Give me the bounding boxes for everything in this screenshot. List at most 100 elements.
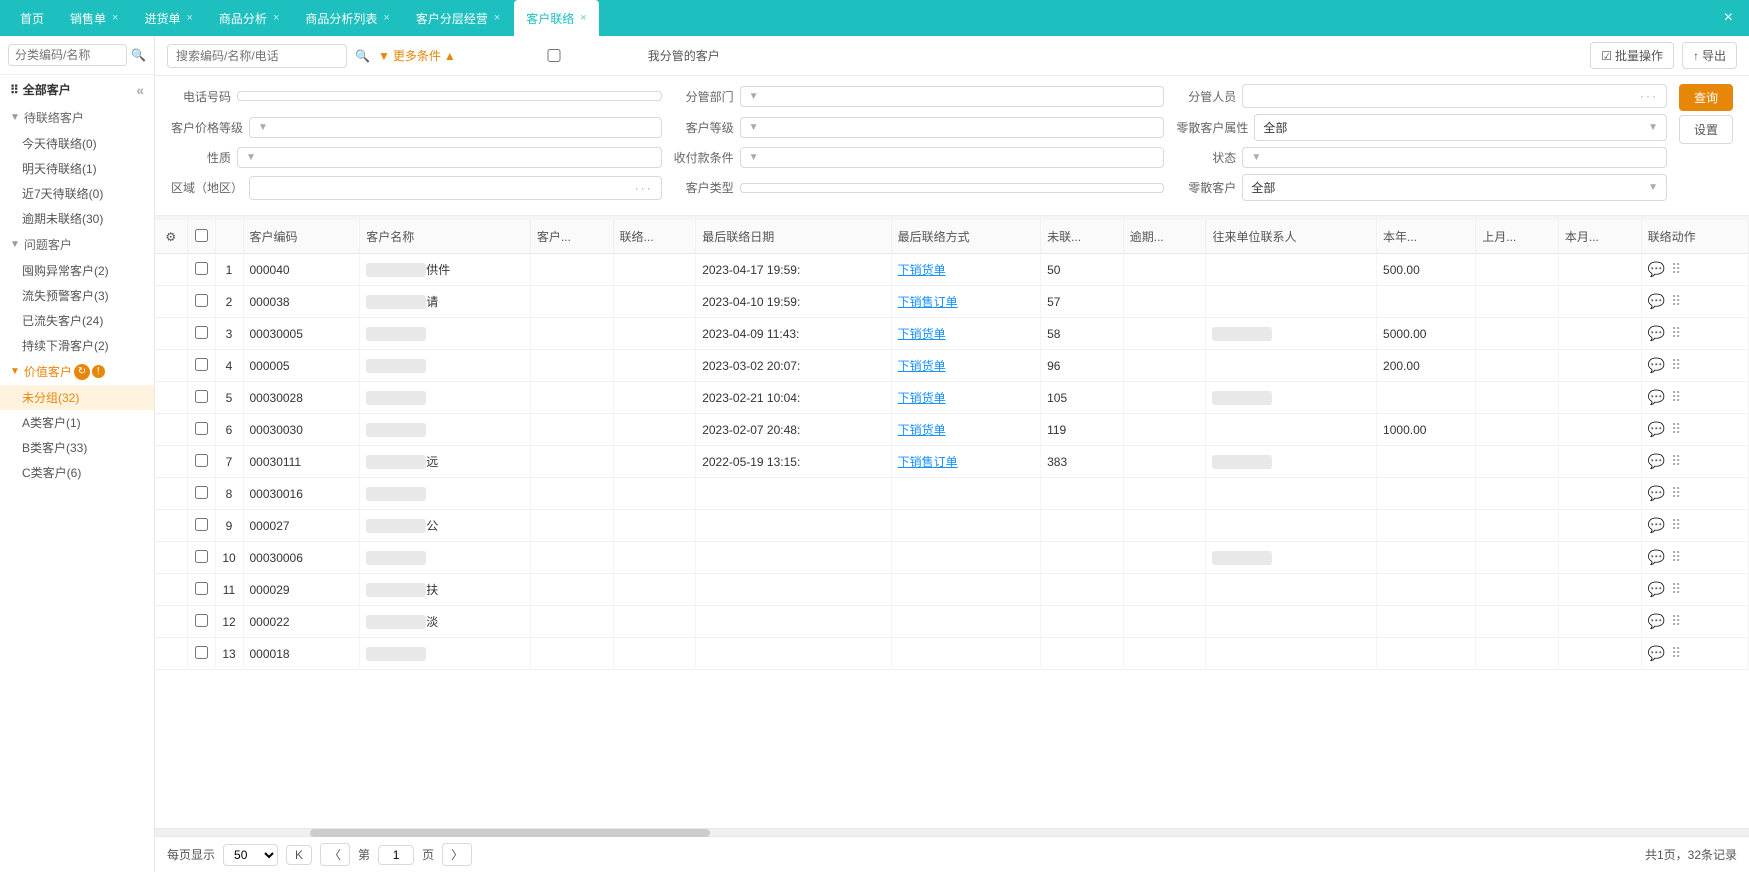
- grid-action-icon[interactable]: ⠿: [1671, 325, 1681, 342]
- row-settings[interactable]: [155, 446, 187, 478]
- more-conditions-button[interactable]: ▼ 更多条件 ▲: [378, 47, 456, 64]
- row-settings[interactable]: [155, 382, 187, 414]
- page-size-select[interactable]: 50 100: [223, 844, 278, 866]
- filter-search-icon[interactable]: 🔍: [355, 49, 370, 63]
- row-settings[interactable]: [155, 318, 187, 350]
- grid-action-icon[interactable]: ⠿: [1671, 645, 1681, 662]
- row-checkbox[interactable]: [195, 294, 208, 307]
- sidebar-search-icon[interactable]: 🔍: [131, 48, 146, 62]
- row-settings[interactable]: [155, 542, 187, 574]
- row-checkbox[interactable]: [195, 390, 208, 403]
- price-level-select[interactable]: ▼: [249, 117, 662, 138]
- select-all-checkbox[interactable]: [195, 229, 208, 242]
- message-icon[interactable]: 💬: [1648, 261, 1665, 278]
- row-checkbox[interactable]: [195, 486, 208, 499]
- scrollbar-thumb[interactable]: [310, 829, 710, 837]
- grid-action-icon[interactable]: ⠿: [1671, 581, 1681, 598]
- close-all-button[interactable]: ×: [1716, 9, 1741, 27]
- status-select[interactable]: ▼: [1242, 147, 1667, 168]
- horizontal-scrollbar[interactable]: [155, 828, 1749, 836]
- sidebar-search-input[interactable]: [8, 44, 127, 66]
- payment-select[interactable]: ▼: [740, 147, 1165, 168]
- export-button[interactable]: ↑ 导出: [1682, 42, 1737, 69]
- last-way-link[interactable]: 下销货单: [898, 423, 946, 437]
- nav-home[interactable]: 首页: [8, 0, 56, 36]
- message-icon[interactable]: 💬: [1648, 325, 1665, 342]
- grid-action-icon[interactable]: ⠿: [1671, 261, 1681, 278]
- message-icon[interactable]: 💬: [1648, 613, 1665, 630]
- last-way-link[interactable]: 下销售订单: [898, 295, 958, 309]
- grid-action-icon[interactable]: ⠿: [1671, 389, 1681, 406]
- message-icon[interactable]: 💬: [1648, 485, 1665, 502]
- search-input[interactable]: [167, 44, 347, 68]
- customer-type-input[interactable]: [740, 183, 1165, 193]
- close-sales-icon[interactable]: ×: [112, 12, 118, 24]
- row-checkbox[interactable]: [195, 326, 208, 339]
- sidebar-item-tomorrow[interactable]: 明天待联络(1): [0, 156, 154, 181]
- sidebar-item-today[interactable]: 今天待联络(0): [0, 131, 154, 156]
- row-settings[interactable]: [155, 350, 187, 382]
- grid-action-icon[interactable]: ⠿: [1671, 293, 1681, 310]
- sidebar-item-churn-warning[interactable]: 流失预警客户(3): [0, 283, 154, 308]
- message-icon[interactable]: 💬: [1648, 453, 1665, 470]
- grid-action-icon[interactable]: ⠿: [1671, 421, 1681, 438]
- sidebar-item-c-class[interactable]: C类客户(6): [0, 460, 154, 485]
- grid-action-icon[interactable]: ⠿: [1671, 453, 1681, 470]
- person-select[interactable]: ···: [1242, 84, 1667, 108]
- sidebar-item-overdue[interactable]: 逾期未联络(30): [0, 206, 154, 231]
- settings-column[interactable]: ⚙: [155, 220, 187, 254]
- nav-customer-contact[interactable]: 客户联络 ×: [514, 0, 598, 36]
- sidebar-collapse-icon[interactable]: «: [136, 82, 144, 98]
- sidebar-item-a-class[interactable]: A类客户(1): [0, 410, 154, 435]
- region-select[interactable]: ···: [249, 176, 662, 200]
- my-customers-checkbox[interactable]: 我分管的客户: [464, 47, 720, 64]
- retail-customer-select[interactable]: 全部 ▼: [1242, 174, 1667, 201]
- row-checkbox[interactable]: [195, 614, 208, 627]
- nav-customer-tier[interactable]: 客户分层经营 ×: [404, 0, 512, 36]
- row-checkbox[interactable]: [195, 262, 208, 275]
- last-way-link[interactable]: 下销货单: [898, 391, 946, 405]
- message-icon[interactable]: 💬: [1648, 517, 1665, 534]
- sidebar-group-problem[interactable]: ▼ 问题客户: [0, 231, 154, 258]
- sidebar-group-value[interactable]: ▼ 价值客户 ↻ !: [0, 358, 154, 385]
- reset-button[interactable]: 设置: [1679, 115, 1733, 144]
- message-icon[interactable]: 💬: [1648, 581, 1665, 598]
- last-way-link[interactable]: 下销货单: [898, 359, 946, 373]
- batch-ops-button[interactable]: ☑ 批量操作: [1590, 42, 1674, 69]
- sidebar-group-pending[interactable]: ▼ 待联络客户: [0, 104, 154, 131]
- sidebar-item-7days[interactable]: 近7天待联络(0): [0, 181, 154, 206]
- sidebar-item-churned[interactable]: 已流失客户(24): [0, 308, 154, 333]
- message-icon[interactable]: 💬: [1648, 293, 1665, 310]
- message-icon[interactable]: 💬: [1648, 645, 1665, 662]
- message-icon[interactable]: 💬: [1648, 389, 1665, 406]
- row-checkbox[interactable]: [195, 422, 208, 435]
- sidebar-item-abnormal[interactable]: 囤购异常客户(2): [0, 258, 154, 283]
- close-customer-tier-icon[interactable]: ×: [494, 12, 500, 24]
- nav-purchase[interactable]: 进货单 ×: [132, 0, 204, 36]
- phone-input[interactable]: [237, 91, 662, 101]
- close-customer-contact-icon[interactable]: ×: [580, 12, 586, 24]
- row-settings[interactable]: [155, 574, 187, 606]
- customer-level-select[interactable]: ▼: [740, 117, 1165, 138]
- grid-action-icon[interactable]: ⠿: [1671, 485, 1681, 502]
- page-number-input[interactable]: [378, 845, 414, 865]
- row-settings[interactable]: [155, 606, 187, 638]
- row-settings[interactable]: [155, 286, 187, 318]
- row-settings[interactable]: [155, 638, 187, 670]
- row-checkbox[interactable]: [195, 582, 208, 595]
- nature-select[interactable]: ▼: [237, 147, 662, 168]
- nav-sales[interactable]: 销售单 ×: [58, 0, 130, 36]
- row-settings[interactable]: [155, 254, 187, 286]
- my-customers-check[interactable]: [464, 49, 644, 62]
- close-product-analysis-icon[interactable]: ×: [273, 12, 279, 24]
- row-settings[interactable]: [155, 510, 187, 542]
- dept-select[interactable]: ▼: [740, 86, 1165, 107]
- nav-product-list[interactable]: 商品分析列表 ×: [293, 0, 401, 36]
- message-icon[interactable]: 💬: [1648, 357, 1665, 374]
- close-product-list-icon[interactable]: ×: [383, 12, 389, 24]
- last-way-link[interactable]: 下销货单: [898, 327, 946, 341]
- message-icon[interactable]: 💬: [1648, 421, 1665, 438]
- query-button[interactable]: 查询: [1679, 84, 1733, 111]
- next-page-button[interactable]: 〉: [442, 843, 472, 866]
- row-checkbox[interactable]: [195, 358, 208, 371]
